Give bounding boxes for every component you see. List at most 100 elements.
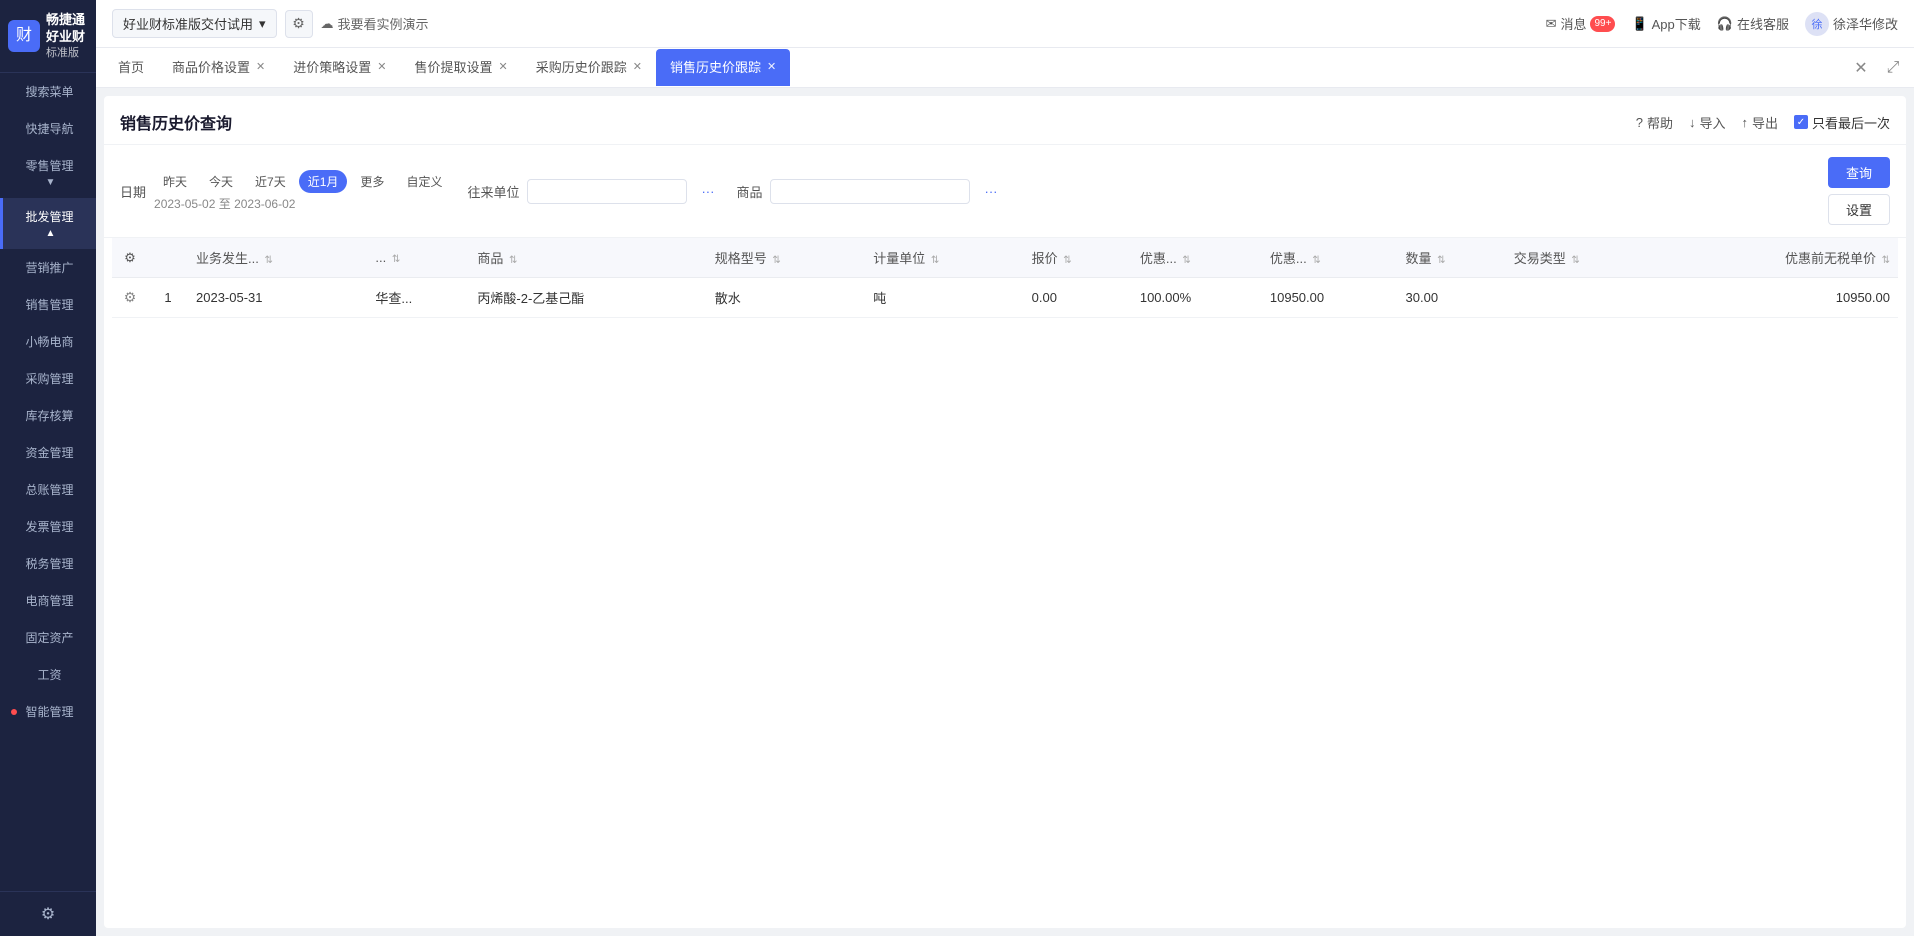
close-icon[interactable]: ✕ xyxy=(767,60,776,73)
product-filter-label: 商品 xyxy=(736,182,762,201)
sidebar-item-search[interactable]: 搜索菜单 xyxy=(0,73,96,110)
cloud-icon: ☁ xyxy=(321,16,334,32)
table-header-unit[interactable]: 计量单位 ⇅ xyxy=(865,238,1023,278)
close-icon[interactable]: ✕ xyxy=(256,60,265,73)
sidebar-item-finance[interactable]: 资金管理 xyxy=(0,434,96,471)
unit-more-button[interactable]: ··· xyxy=(695,180,720,203)
filter-area: 日期 昨天 今天 近7天 近1月 更多 自定义 2023-05-02 至 202… xyxy=(104,145,1906,238)
export-button[interactable]: ↑ 导出 xyxy=(1741,113,1778,132)
sidebar-item-salary[interactable]: 工资 xyxy=(0,656,96,693)
import-button[interactable]: ↓ 导入 xyxy=(1689,113,1726,132)
date-btn-today[interactable]: 今天 xyxy=(200,170,242,193)
maximize-button[interactable]: ⤢ xyxy=(1880,55,1906,81)
row-gear-cell[interactable]: ⚙ xyxy=(112,278,148,318)
table-header-discount2[interactable]: 优惠... ⇅ xyxy=(1262,238,1398,278)
tab-purchase-strategy[interactable]: 进价策略设置 ✕ xyxy=(279,49,400,86)
main-area: 好业财标准版交付试用 ▾ ⚙ ☁ 我要看实例演示 ✉ 消息 99+ 📱 App下… xyxy=(96,0,1914,936)
sidebar-item-marketing[interactable]: 营销推广 xyxy=(0,249,96,286)
tab-sales-history[interactable]: 销售历史价跟踪 ✕ xyxy=(656,49,790,86)
close-icon[interactable]: ✕ xyxy=(499,60,508,73)
help-icon: ? xyxy=(1636,115,1643,130)
tab-purchase-history[interactable]: 采购历史价跟踪 ✕ xyxy=(522,49,656,86)
avatar: 徐 xyxy=(1805,12,1829,36)
app-download-button[interactable]: 📱 App下载 xyxy=(1631,14,1700,33)
sort-icon: ⇅ xyxy=(931,255,939,266)
date-btn-7days[interactable]: 近7天 xyxy=(246,170,295,193)
tab-price-settings[interactable]: 商品价格设置 ✕ xyxy=(158,49,279,86)
tab-sale-price[interactable]: 售价提取设置 ✕ xyxy=(400,49,521,86)
tab-bar-actions: ✕ ⤢ xyxy=(1848,55,1906,81)
export-icon: ↑ xyxy=(1741,115,1748,130)
sidebar-item-invoice[interactable]: 发票管理 xyxy=(0,508,96,545)
table-header-date[interactable]: 业务发生... ⇅ xyxy=(188,238,367,278)
sidebar-settings-button[interactable]: ⚙ xyxy=(0,891,96,936)
sidebar-item-ledger[interactable]: 总账管理 xyxy=(0,471,96,508)
table-header-product[interactable]: 商品 ⇅ xyxy=(469,238,706,278)
close-tab-button[interactable]: ✕ xyxy=(1848,55,1874,81)
query-button[interactable]: 查询 xyxy=(1828,157,1890,188)
table-header-spec[interactable]: 规格型号 ⇅ xyxy=(707,238,865,278)
table-header-discount1[interactable]: 优惠... ⇅ xyxy=(1132,238,1262,278)
close-icon[interactable]: ✕ xyxy=(633,60,642,73)
tab-home[interactable]: 首页 xyxy=(104,49,158,86)
app-name: 畅捷通好业财 xyxy=(46,12,88,46)
sidebar: 财 畅捷通好业财 标准版 搜索菜单 快捷导航 零售管理 ▼ 批发管理 ▲ 营销推… xyxy=(0,0,96,936)
table-header-price[interactable]: 报价 ⇅ xyxy=(1024,238,1132,278)
sidebar-item-quick-nav[interactable]: 快捷导航 xyxy=(0,110,96,147)
row-extra-cell: 华查... xyxy=(367,278,469,318)
app-version: 标准版 xyxy=(46,46,88,60)
message-icon: ✉ xyxy=(1546,16,1557,32)
only-last-checkbox[interactable]: ✓ 只看最后一次 xyxy=(1794,113,1890,132)
row-discount2-cell: 10950.00 xyxy=(1262,278,1398,318)
unit-filter-input[interactable] xyxy=(527,179,687,204)
table-header-gear[interactable]: ⚙ xyxy=(112,238,148,278)
date-filter-group: 日期 昨天 今天 近7天 近1月 更多 自定义 2023-05-02 至 202… xyxy=(120,170,451,212)
sidebar-item-retail[interactable]: 零售管理 ▼ xyxy=(0,147,96,198)
content-area: 销售历史价查询 ? 帮助 ↓ 导入 ↑ 导出 ✓ 只看最后一次 xyxy=(104,96,1906,928)
sidebar-item-fixed-assets[interactable]: 固定资产 xyxy=(0,619,96,656)
row-trade-type-cell xyxy=(1506,278,1664,318)
gear-icon: ⚙ xyxy=(124,250,136,265)
version-selector[interactable]: 好业财标准版交付试用 ▾ xyxy=(112,9,277,38)
date-btn-custom[interactable]: 自定义 xyxy=(397,170,451,193)
product-more-button[interactable]: ··· xyxy=(978,180,1003,203)
message-button[interactable]: ✉ 消息 99+ xyxy=(1546,14,1616,33)
demo-link[interactable]: ☁ 我要看实例演示 xyxy=(321,14,429,33)
message-badge: 99+ xyxy=(1590,16,1615,32)
sort-icon: ⇅ xyxy=(1571,255,1579,266)
online-service-button[interactable]: 🎧 在线客服 xyxy=(1717,14,1789,33)
date-btn-more[interactable]: 更多 xyxy=(351,170,393,193)
sidebar-item-wholesale[interactable]: 批发管理 ▲ xyxy=(0,198,96,249)
sort-icon: ⇅ xyxy=(509,255,517,266)
chevron-icon: ▼ xyxy=(46,177,56,188)
table-header-quantity[interactable]: 数量 ⇅ xyxy=(1398,238,1506,278)
date-range-text: 2023-05-02 至 2023-06-02 xyxy=(154,195,451,212)
sidebar-item-sales[interactable]: 销售管理 xyxy=(0,286,96,323)
topbar-settings-button[interactable]: ⚙ xyxy=(285,10,313,38)
logo-icon: 财 xyxy=(8,20,40,52)
product-filter-input[interactable] xyxy=(770,179,970,204)
sidebar-item-purchase[interactable]: 采购管理 xyxy=(0,360,96,397)
gear-icon: ⚙ xyxy=(124,289,137,305)
sidebar-item-tax[interactable]: 税务管理 xyxy=(0,545,96,582)
data-table: ⚙ 业务发生... ⇅ ... ⇅ 商品 ⇅ xyxy=(112,238,1898,318)
table-header-extra[interactable]: ... ⇅ xyxy=(367,238,469,278)
table-header-pretax-price[interactable]: 优惠前无税单价 ⇅ xyxy=(1664,238,1898,278)
date-buttons: 昨天 今天 近7天 近1月 更多 自定义 xyxy=(154,170,451,193)
sidebar-item-inventory[interactable]: 库存核算 xyxy=(0,397,96,434)
sort-icon: ⇅ xyxy=(1182,255,1190,266)
sidebar-item-smart[interactable]: 智能管理 xyxy=(0,693,96,730)
user-profile-button[interactable]: 徐 徐泽华修改 xyxy=(1805,12,1898,36)
help-button[interactable]: ? 帮助 xyxy=(1636,113,1673,132)
checkbox-icon: ✓ xyxy=(1794,115,1808,129)
sidebar-item-ecommerce[interactable]: 电商管理 xyxy=(0,582,96,619)
sort-icon: ⇅ xyxy=(392,254,400,265)
sidebar-item-xc-ecommerce[interactable]: 小畅电商 xyxy=(0,323,96,360)
settings-button[interactable]: 设置 xyxy=(1828,194,1890,225)
unit-filter-group: 往来单位 ··· xyxy=(467,179,720,204)
product-filter-group: 商品 ··· xyxy=(736,179,1003,204)
table-header-trade-type[interactable]: 交易类型 ⇅ xyxy=(1506,238,1664,278)
date-btn-1month[interactable]: 近1月 xyxy=(299,170,348,193)
close-icon[interactable]: ✕ xyxy=(377,60,386,73)
date-btn-yesterday[interactable]: 昨天 xyxy=(154,170,196,193)
